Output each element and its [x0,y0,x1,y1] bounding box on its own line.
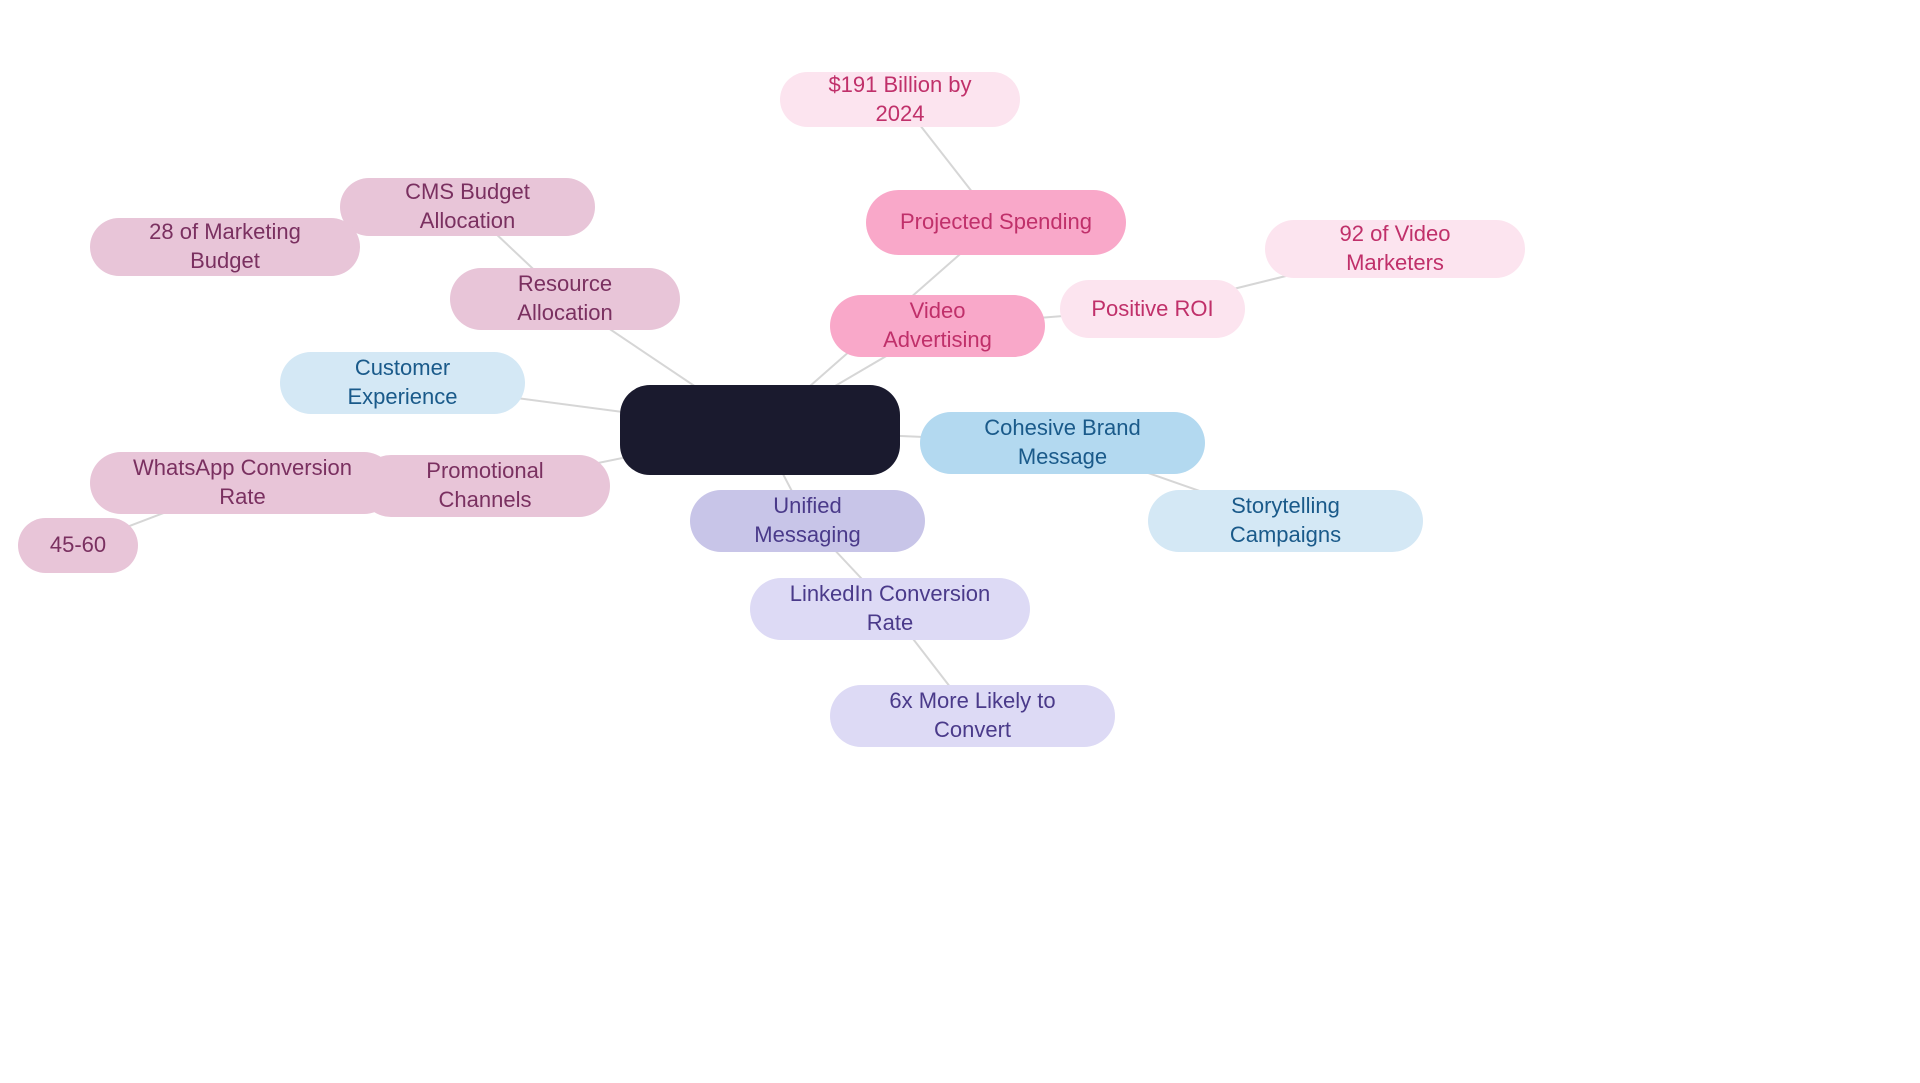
customer-experience-node: Customer Experience [280,352,525,414]
45-60-node: 45-60 [18,518,138,573]
cms-budget-node: CMS Budget Allocation [340,178,595,236]
resource-allocation-node: Resource Allocation [450,268,680,330]
promotional-channels-node: Promotional Channels [360,455,610,517]
unified-messaging-node: Unified Messaging [690,490,925,552]
center-node [620,385,900,475]
positive-roi-node: Positive ROI [1060,280,1245,338]
video-advertising-node: Video Advertising [830,295,1045,357]
linkedin-conversion-node: LinkedIn Conversion Rate [750,578,1030,640]
storytelling-node: Storytelling Campaigns [1148,490,1423,552]
191-billion-node: $191 Billion by 2024 [780,72,1020,127]
28-marketing-node: 28 of Marketing Budget [90,218,360,276]
projected-spending-node: Projected Spending [866,190,1126,255]
6x-convert-node: 6x More Likely to Convert [830,685,1115,747]
cohesive-brand-node: Cohesive Brand Message [920,412,1205,474]
92-video-marketers-node: 92 of Video Marketers [1265,220,1525,278]
whatsapp-conversion-node: WhatsApp Conversion Rate [90,452,395,514]
